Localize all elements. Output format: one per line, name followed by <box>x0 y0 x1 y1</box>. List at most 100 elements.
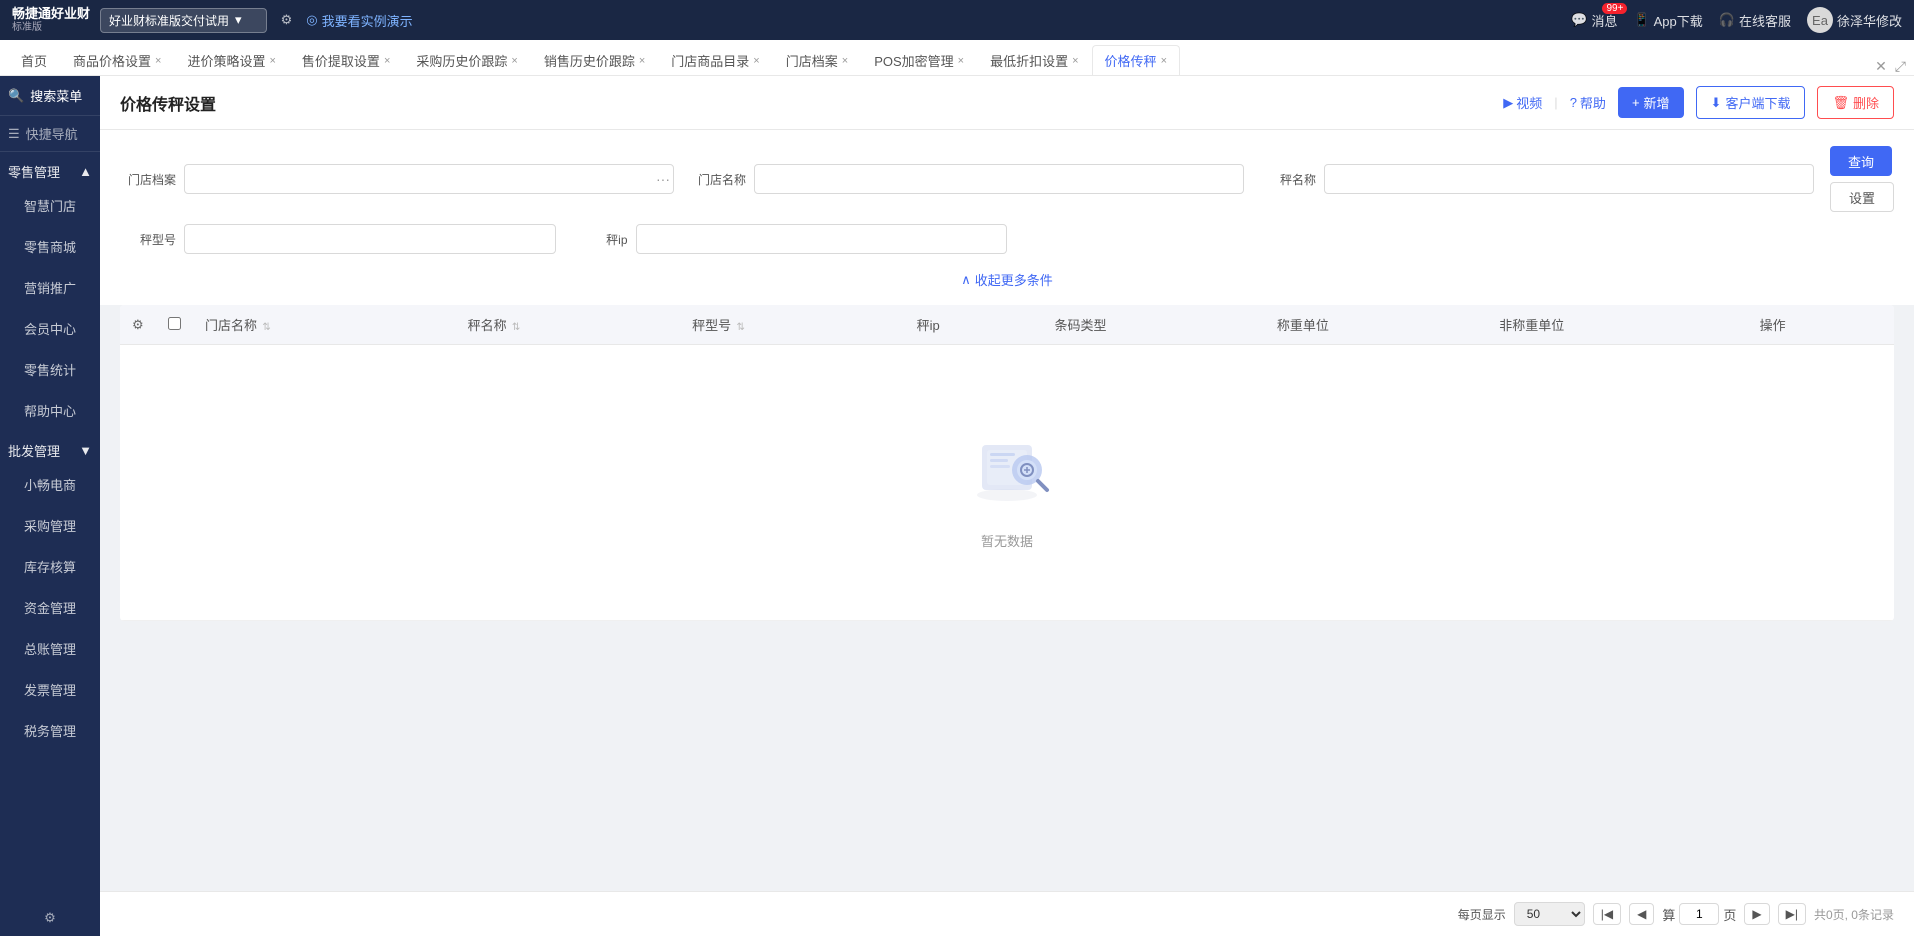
help-icon: ? <box>1570 95 1577 110</box>
delete-button[interactable]: 🗑 删除 <box>1817 86 1894 119</box>
tab-store-catalog[interactable]: 门店商品目录 × <box>658 45 772 75</box>
download-button[interactable]: ⬇ 客户端下载 <box>1696 86 1806 119</box>
sidebar-item-help[interactable]: 帮助中心 <box>4 391 96 430</box>
table-settings-icon[interactable]: ⚙ <box>132 317 144 332</box>
sort-icon: ⇅ <box>262 322 270 333</box>
sidebar-section-wholesale[interactable]: 批发管理 ▼ <box>0 431 100 464</box>
settings-icon[interactable]: ⚙ <box>277 8 297 32</box>
online-service-btn[interactable]: 🎧 在线客服 <box>1719 11 1791 30</box>
per-page-select[interactable]: 10 20 50 100 <box>1514 902 1585 926</box>
sidebar-help-label: 帮助中心 <box>24 404 76 419</box>
tab-sale-extract[interactable]: 售价提取设置 × <box>289 45 403 75</box>
tab-store-catalog-close[interactable]: × <box>753 55 759 67</box>
th-settings: ⚙ <box>120 305 156 345</box>
sidebar-item-retail-mall[interactable]: 零售商城 <box>4 227 96 266</box>
sidebar-item-ecommerce[interactable]: 小畅电商 <box>4 465 96 504</box>
tab-close-all-icon[interactable]: ✕ <box>1875 58 1887 75</box>
app-download-btn[interactable]: 📱 App下载 <box>1633 11 1702 30</box>
tab-purchase-strategy[interactable]: 进价策略设置 × <box>174 45 288 75</box>
scale-model-input[interactable] <box>184 224 556 254</box>
collapse-label: 收起更多条件 <box>975 270 1053 289</box>
top-bar-right: 💬 消息 99+ 📱 App下载 🎧 在线客服 Ea 徐泽华修改 <box>1571 7 1902 33</box>
prev-page-btn[interactable]: ◀ <box>1629 903 1654 925</box>
page-info: 算 页 <box>1662 903 1736 925</box>
form-row-2: 秤型号 秤ip <box>120 224 1894 254</box>
sidebar-item-purchase[interactable]: 采购管理 <box>4 506 96 545</box>
tab-sale-extract-close[interactable]: × <box>384 55 390 67</box>
tab-pos-encrypt-close[interactable]: × <box>958 55 964 67</box>
next-page-btn[interactable]: ▶ <box>1744 903 1769 925</box>
sidebar-item-retail-stats[interactable]: 零售统计 <box>4 350 96 389</box>
delete-icon: 🗑 <box>1832 95 1849 111</box>
last-page-btn[interactable]: ▶| <box>1778 903 1806 925</box>
tab-sale-history-close[interactable]: × <box>639 55 645 67</box>
sidebar-search[interactable]: 🔍 搜索菜单 <box>0 76 100 116</box>
sidebar-quick-nav[interactable]: ☰ 快捷导航 <box>0 116 100 152</box>
service-icon: 🎧 <box>1719 12 1735 28</box>
sidebar-settings-icon[interactable]: ⚙ <box>0 899 100 936</box>
per-page-label: 每页显示 <box>1458 906 1506 923</box>
demo-link[interactable]: ◎ 我要看实例演示 <box>306 11 412 30</box>
tab-purchase-history[interactable]: 采购历史价跟踪 × <box>403 45 530 75</box>
store-name-input[interactable] <box>754 164 1244 194</box>
sidebar-retail-stats-label: 零售统计 <box>24 363 76 378</box>
select-all-checkbox[interactable] <box>168 317 181 330</box>
add-button[interactable]: + 新增 <box>1618 87 1684 118</box>
tab-purchase-history-close[interactable]: × <box>511 55 517 67</box>
table-empty-cell: 暂无数据 <box>120 345 1894 621</box>
tab-home[interactable]: 首页 <box>8 45 60 75</box>
tab-price-transfer[interactable]: 价格传秤 × <box>1092 45 1180 75</box>
main-layout: 🔍 搜索菜单 ☰ 快捷导航 零售管理 ▲ 智慧门店 零售商城 营销推广 会员中心… <box>0 76 1914 936</box>
form-item-scale-model: 秤型号 <box>120 224 556 254</box>
tab-min-discount[interactable]: 最低折扣设置 × <box>977 45 1091 75</box>
scale-ip-input[interactable] <box>636 224 1008 254</box>
tab-store-archive[interactable]: 门店档案 × <box>773 45 861 75</box>
tab-sale-history[interactable]: 销售历史价跟踪 × <box>531 45 658 75</box>
sidebar-item-tax[interactable]: 税务管理 <box>4 711 96 750</box>
search-icon: 🔍 <box>8 88 24 104</box>
tab-commodity-price[interactable]: 商品价格设置 × <box>60 45 174 75</box>
top-bar-left: 畅捷通好业财 标准版 好业财标准版交付试用 ▾ ⚙ ◎ 我要看实例演示 <box>12 6 413 34</box>
tab-price-transfer-close[interactable]: × <box>1161 55 1167 67</box>
video-link[interactable]: ▶ 视频 <box>1503 93 1542 112</box>
user-initials: Ea <box>1812 13 1828 28</box>
sidebar-item-finance[interactable]: 资金管理 <box>4 588 96 627</box>
table-header-row: ⚙ 门店名称 ⇅ 秤名称 ⇅ <box>120 305 1894 345</box>
sidebar-retail-mall-label: 零售商城 <box>24 240 76 255</box>
store-archive-input[interactable] <box>184 164 674 194</box>
sidebar-item-invoice[interactable]: 发票管理 <box>4 670 96 709</box>
sidebar-item-smart-store[interactable]: 智慧门店 <box>4 186 96 225</box>
scale-name-input[interactable] <box>1324 164 1814 194</box>
help-link[interactable]: ? 帮助 <box>1570 93 1606 112</box>
app-download-label: App下载 <box>1654 11 1703 30</box>
tab-commodity-price-close[interactable]: × <box>155 55 161 67</box>
message-btn[interactable]: 💬 消息 99+ <box>1571 11 1617 30</box>
sidebar-item-member[interactable]: 会员中心 <box>4 309 96 348</box>
tab-min-discount-close[interactable]: × <box>1072 55 1078 67</box>
tab-store-archive-close[interactable]: × <box>842 55 848 67</box>
query-button[interactable]: 查询 <box>1830 146 1892 176</box>
tab-pos-encrypt[interactable]: POS加密管理 × <box>861 45 977 75</box>
tab-expand-icon[interactable]: ⤢ <box>1895 58 1906 75</box>
sidebar-item-general-ledger[interactable]: 总账管理 <box>4 629 96 668</box>
chevron-up-icon: ∧ <box>961 272 971 288</box>
tab-sale-extract-label: 售价提取设置 <box>302 51 380 70</box>
sidebar: 🔍 搜索菜单 ☰ 快捷导航 零售管理 ▲ 智慧门店 零售商城 营销推广 会员中心… <box>0 76 100 936</box>
collapse-button[interactable]: ∧ 收起更多条件 <box>120 266 1894 293</box>
video-icon: ▶ <box>1503 95 1513 111</box>
tab-purchase-strategy-close[interactable]: × <box>269 55 275 67</box>
user-menu[interactable]: Ea 徐泽华修改 <box>1807 7 1902 33</box>
sidebar-section-retail[interactable]: 零售管理 ▲ <box>0 152 100 185</box>
ellipsis-icon[interactable]: ··· <box>656 171 670 187</box>
sidebar-general-ledger-label: 总账管理 <box>24 642 76 657</box>
page-number-input[interactable] <box>1679 903 1719 925</box>
setting-button[interactable]: 设置 <box>1830 182 1894 212</box>
first-page-btn[interactable]: |◀ <box>1593 903 1621 925</box>
sidebar-marketing-label: 营销推广 <box>24 281 76 296</box>
tab-pos-encrypt-label: POS加密管理 <box>874 51 953 70</box>
sidebar-item-marketing[interactable]: 营销推广 <box>4 268 96 307</box>
sidebar-tax-label: 税务管理 <box>24 724 76 739</box>
sidebar-item-stock[interactable]: 库存核算 <box>4 547 96 586</box>
version-selector[interactable]: 好业财标准版交付试用 ▾ <box>100 8 267 33</box>
th-scale-ip: 秤ip <box>905 305 1043 345</box>
